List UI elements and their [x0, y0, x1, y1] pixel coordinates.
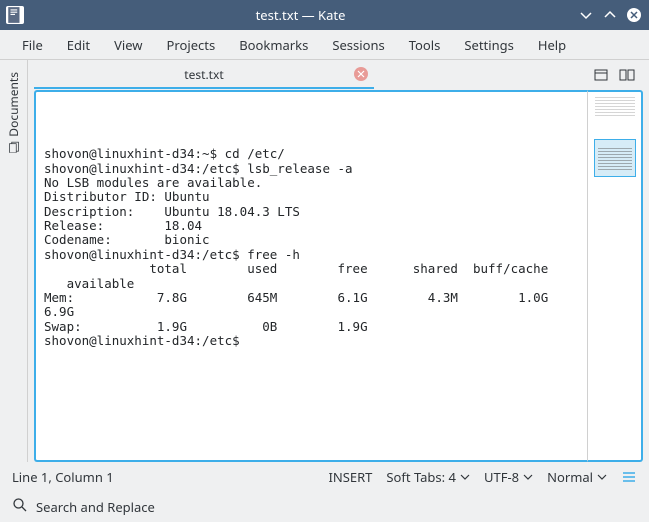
menu-file[interactable]: File — [10, 32, 55, 58]
tab-mode-label: Soft Tabs: 4 — [386, 468, 456, 486]
tab-mode[interactable]: Soft Tabs: 4 — [386, 468, 470, 486]
sidebar-documents[interactable]: Documents — [3, 66, 24, 159]
minimap-viewport[interactable] — [595, 140, 635, 176]
eol-label: Normal — [547, 468, 593, 486]
minimap-block — [595, 96, 635, 116]
menu-projects[interactable]: Projects — [155, 32, 228, 58]
menu-bookmarks[interactable]: Bookmarks — [227, 32, 320, 58]
eol-mode[interactable]: Normal — [547, 468, 607, 486]
tab-close-button[interactable] — [354, 67, 368, 81]
titlebar: test.txt — Kate — [0, 0, 649, 30]
insert-mode[interactable]: INSERT — [328, 468, 372, 486]
app-icon — [6, 6, 24, 24]
window-title: test.txt — Kate — [24, 6, 577, 24]
menu-edit[interactable]: Edit — [55, 32, 102, 58]
minimap[interactable] — [587, 90, 643, 462]
menu-icon[interactable] — [621, 469, 637, 485]
menu-view[interactable]: View — [102, 32, 154, 58]
tabbar: test.txt — [28, 60, 649, 90]
cursor-position[interactable]: Line 1, Column 1 — [12, 468, 114, 486]
menubar: File Edit View Projects Bookmarks Sessio… — [0, 30, 649, 60]
split-view-icon[interactable] — [619, 67, 635, 83]
statusbar: Line 1, Column 1 INSERT Soft Tabs: 4 UTF… — [0, 462, 649, 492]
menu-sessions[interactable]: Sessions — [320, 32, 396, 58]
new-tab-icon[interactable] — [593, 67, 609, 83]
chevron-down-icon — [523, 472, 533, 482]
search-icon — [12, 497, 28, 517]
left-sidebar: Documents — [0, 60, 28, 462]
encoding-label: UTF-8 — [484, 468, 519, 486]
menu-settings[interactable]: Settings — [452, 32, 525, 58]
tab-test-txt[interactable]: test.txt — [34, 61, 374, 89]
chevron-down-icon — [597, 472, 607, 482]
sidebar-documents-label: Documents — [5, 72, 22, 137]
searchbar[interactable]: Search and Replace — [0, 492, 649, 522]
tab-label: test.txt — [184, 66, 223, 83]
encoding[interactable]: UTF-8 — [484, 468, 533, 486]
menu-tools[interactable]: Tools — [397, 32, 453, 58]
maximize-button[interactable] — [601, 6, 619, 24]
close-button[interactable] — [625, 6, 643, 24]
documents-icon — [5, 141, 22, 153]
minimize-button[interactable] — [577, 6, 595, 24]
search-label: Search and Replace — [36, 498, 155, 516]
menu-help[interactable]: Help — [526, 32, 578, 58]
chevron-down-icon — [460, 472, 470, 482]
editor-area[interactable]: shovon@linuxhint-d34:~$ cd /etc/ shovon@… — [34, 90, 587, 462]
